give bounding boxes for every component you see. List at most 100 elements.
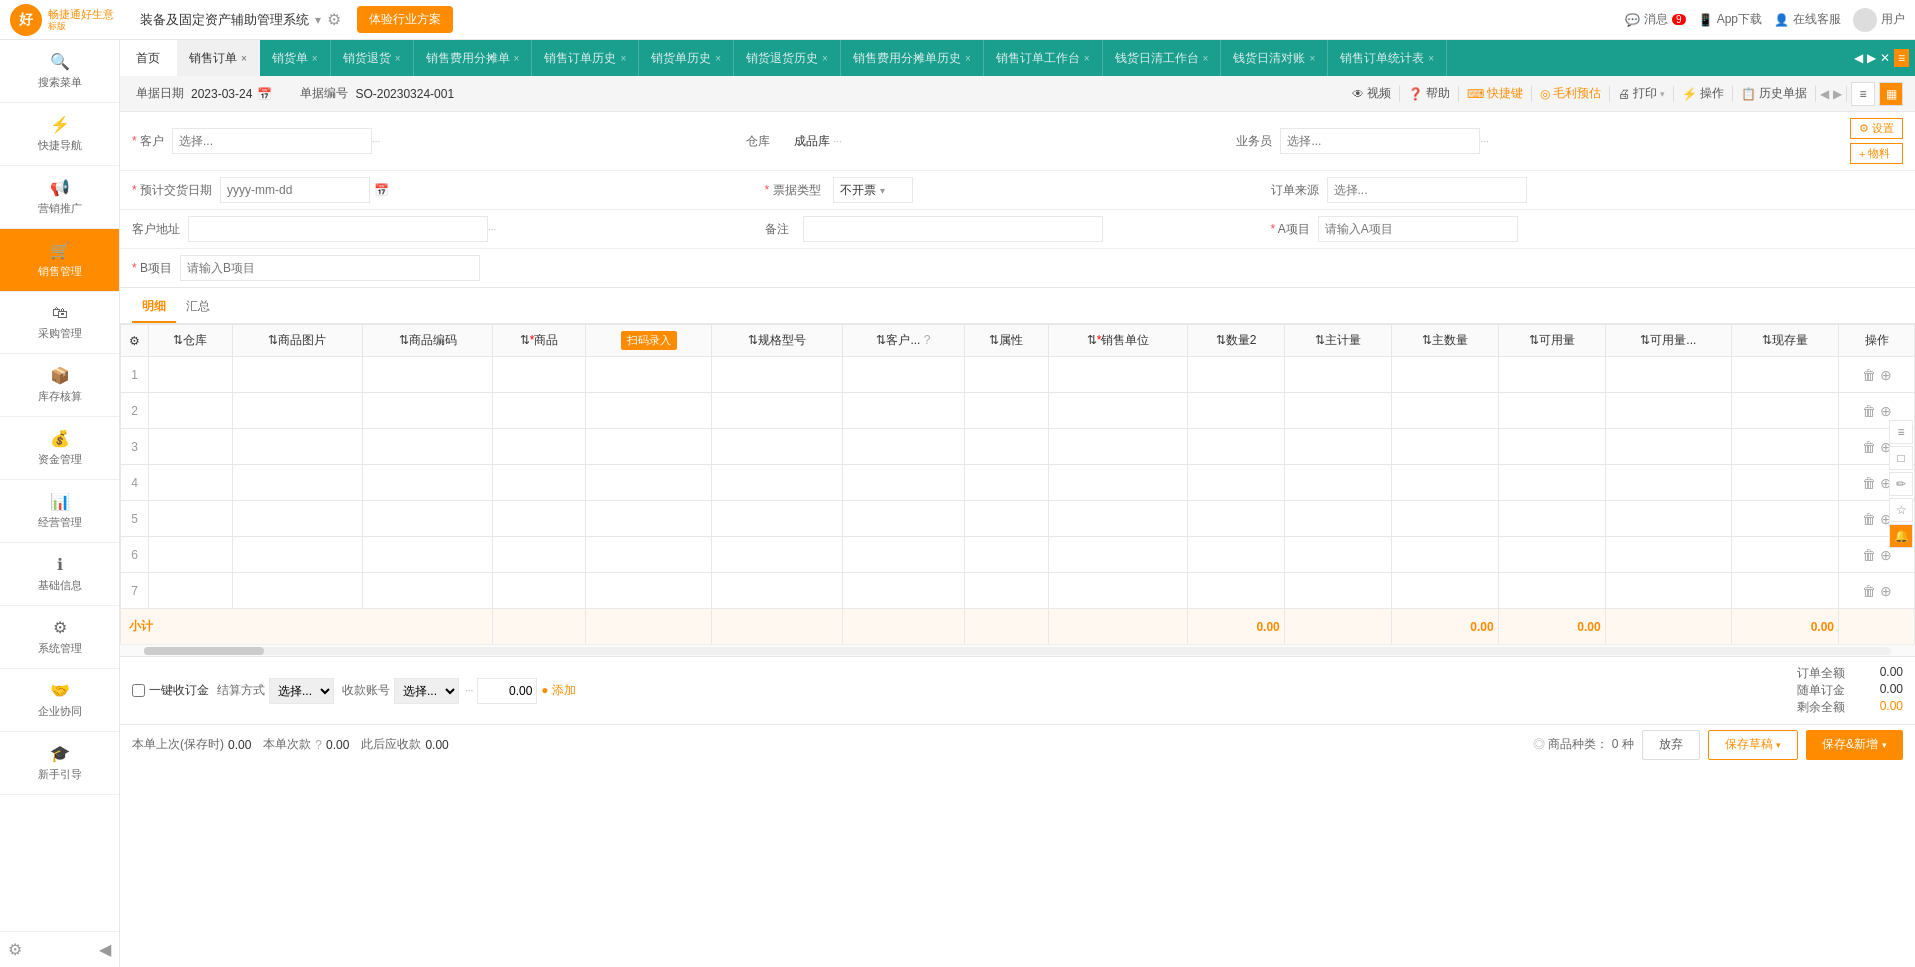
tab-order-history[interactable]: 销售订单历史 ×	[532, 40, 639, 76]
row-7-spec[interactable]	[712, 573, 842, 609]
row-5-spec[interactable]	[712, 501, 842, 537]
row-1-attr[interactable]	[965, 357, 1049, 393]
sort-code-icon[interactable]: ⇅	[399, 333, 409, 347]
tab-order-workbench-close[interactable]: ×	[1084, 53, 1090, 64]
tab-order-stats[interactable]: 销售订单统计表 ×	[1328, 40, 1447, 76]
row-4-goods[interactable]	[493, 465, 586, 501]
sidebar-item-guide[interactable]: 🎓 新手引导	[0, 732, 119, 795]
row-3-attr[interactable]	[965, 429, 1049, 465]
sort-spec-icon[interactable]: ⇅	[748, 333, 758, 347]
row-3-code[interactable]	[362, 429, 492, 465]
sidebar-item-purchase[interactable]: 🛍 采购管理	[0, 292, 119, 354]
row-3-qty2[interactable]	[1188, 429, 1285, 465]
tab-expense-history[interactable]: 销售费用分摊单历史 ×	[841, 40, 984, 76]
row-4-spec[interactable]	[712, 465, 842, 501]
row-3-goods[interactable]	[493, 429, 586, 465]
sort-image-icon[interactable]: ⇅	[268, 333, 278, 347]
sidebar-item-finance[interactable]: 💰 资金管理	[0, 417, 119, 480]
add-account-btn[interactable]: ● 添加	[541, 682, 576, 699]
row-5-warehouse[interactable]	[149, 501, 233, 537]
settlement-select[interactable]: 选择...	[269, 678, 334, 704]
tab-prev-icon[interactable]: ◀	[1854, 51, 1863, 65]
grid-view-btn[interactable]: ≡	[1851, 82, 1875, 106]
customer-more-icon[interactable]: ···	[372, 136, 380, 147]
tab-invoice-history-close[interactable]: ×	[715, 53, 721, 64]
tab-sales-return[interactable]: 销货退货 ×	[331, 40, 414, 76]
calendar-icon[interactable]: 📅	[257, 87, 272, 101]
tab-order-stats-close[interactable]: ×	[1428, 53, 1434, 64]
tab-expense-split[interactable]: 销售费用分摊单 ×	[414, 40, 533, 76]
sort-mqty-icon[interactable]: ⇅	[1422, 333, 1432, 347]
tab-cash-workbench-close[interactable]: ×	[1203, 53, 1209, 64]
sidebar-item-search[interactable]: 🔍 搜索菜单	[0, 40, 119, 103]
sort-goods-icon[interactable]: ⇅	[520, 333, 530, 347]
right-float-btn-3[interactable]: ✏	[1889, 472, 1913, 496]
row-2-goods[interactable]	[493, 393, 586, 429]
row-3-unit[interactable]	[1048, 429, 1187, 465]
row-6-mqty[interactable]	[1391, 537, 1498, 573]
row-1-warehouse[interactable]	[149, 357, 233, 393]
row-7-goods[interactable]	[493, 573, 586, 609]
account-amount-input[interactable]: 0.00	[477, 678, 537, 704]
addr-more-icon[interactable]: ···	[488, 224, 496, 235]
tab-order-history-close[interactable]: ×	[620, 53, 626, 64]
tab-sales-order[interactable]: 销售订单 ×	[177, 40, 260, 76]
staff-input[interactable]	[1280, 128, 1480, 154]
row-5-code[interactable]	[362, 501, 492, 537]
tab-home[interactable]: 首页	[120, 40, 177, 76]
toolbar-help-btn[interactable]: ❓ 帮助	[1404, 83, 1454, 104]
sidebar-item-basic[interactable]: ℹ 基础信息	[0, 543, 119, 606]
settings-button[interactable]: ⚙ 设置	[1850, 118, 1903, 139]
sort-attr-icon[interactable]: ⇅	[989, 333, 999, 347]
grid-card-btn[interactable]: ▦	[1879, 82, 1903, 106]
customer-addr-input[interactable]	[188, 216, 488, 242]
row-5-mqty[interactable]	[1391, 501, 1498, 537]
account-select[interactable]: 选择...	[394, 678, 459, 704]
tab-detail[interactable]: 明细	[132, 292, 176, 323]
toolbar-history-btn[interactable]: 📋 历史单据	[1737, 83, 1811, 104]
row-7-attr[interactable]	[965, 573, 1049, 609]
row-2-warehouse[interactable]	[149, 393, 233, 429]
user-item[interactable]: 用户	[1853, 8, 1905, 32]
row-4-qty2[interactable]	[1188, 465, 1285, 501]
sort-stock-icon[interactable]: ⇅	[1762, 333, 1772, 347]
row-3-warehouse[interactable]	[149, 429, 233, 465]
row-2-delete-icon[interactable]: 🗑	[1862, 403, 1876, 419]
row-6-copy-icon[interactable]: ⊕	[1880, 547, 1892, 563]
sort-ccode-icon[interactable]: ⇅	[876, 333, 886, 347]
row-6-unit[interactable]	[1048, 537, 1187, 573]
row-7-qty2[interactable]	[1188, 573, 1285, 609]
tab-order-workbench[interactable]: 销售订单工作台 ×	[984, 40, 1103, 76]
row-6-code[interactable]	[362, 537, 492, 573]
row-4-attr[interactable]	[965, 465, 1049, 501]
row-1-mqty[interactable]	[1391, 357, 1498, 393]
row-3-spec[interactable]	[712, 429, 842, 465]
tab-expense-history-close[interactable]: ×	[965, 53, 971, 64]
toolbar-profit-btn[interactable]: ◎ 毛利预估	[1536, 83, 1605, 104]
tab-sales-invoice[interactable]: 销货单 ×	[260, 40, 331, 76]
row-7-unit[interactable]	[1048, 573, 1187, 609]
tab-next-icon[interactable]: ▶	[1867, 51, 1876, 65]
row-4-warehouse[interactable]	[149, 465, 233, 501]
row-1-unit[interactable]	[1048, 357, 1187, 393]
settings-icon[interactable]: ⚙	[327, 10, 341, 29]
tab-return-history[interactable]: 销货退货历史 ×	[734, 40, 841, 76]
row-4-delete-icon[interactable]: 🗑	[1862, 475, 1876, 491]
row-1-code[interactable]	[362, 357, 492, 393]
tab-menu-icon[interactable]: ≡	[1894, 49, 1909, 67]
row-4-ccode[interactable]	[842, 465, 965, 501]
sort-qty2-icon[interactable]: ⇅	[1216, 333, 1226, 347]
notification-item[interactable]: 💬 消息 9	[1625, 11, 1686, 28]
sort-warehouse-icon[interactable]: ⇅	[173, 333, 183, 347]
row-1-goods[interactable]	[493, 357, 586, 393]
invoice-select[interactable]: 不开票 ▾	[833, 177, 913, 203]
row-6-delete-icon[interactable]: 🗑	[1862, 547, 1876, 563]
row-2-unit[interactable]	[1048, 393, 1187, 429]
row-7-mqty[interactable]	[1391, 573, 1498, 609]
row-1-copy-icon[interactable]: ⊕	[1880, 367, 1892, 383]
row-5-attr[interactable]	[965, 501, 1049, 537]
row-3-mqty[interactable]	[1391, 429, 1498, 465]
right-float-btn-1[interactable]: ≡	[1889, 420, 1913, 444]
sidebar-item-system[interactable]: ⚙ 系统管理	[0, 606, 119, 669]
next-record-icon[interactable]: ▶	[1833, 87, 1842, 101]
